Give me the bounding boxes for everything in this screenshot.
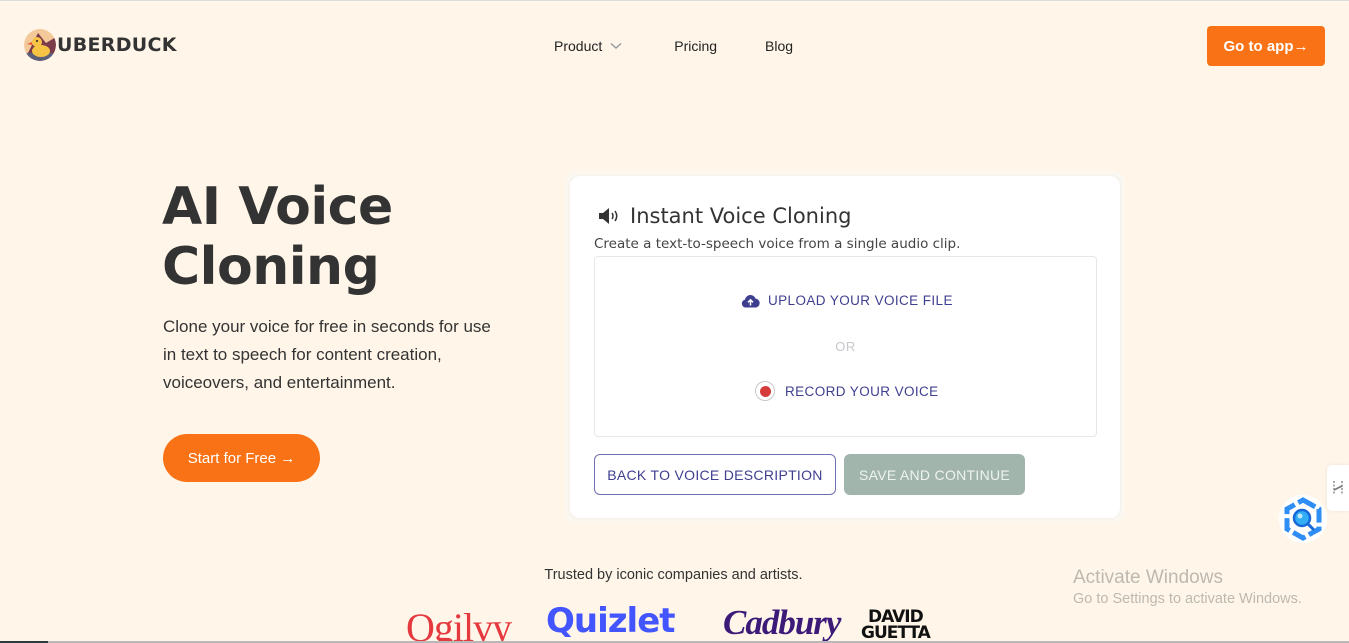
- cloud-upload-icon: [741, 294, 760, 307]
- back-to-voice-description-button[interactable]: BACK TO VOICE DESCRIPTION: [594, 454, 836, 495]
- hero-title-line-1: AI Voice: [162, 177, 393, 237]
- or-divider: OR: [835, 339, 856, 354]
- hero-subtitle: Clone your voice for free in seconds for…: [163, 317, 491, 392]
- card-title: Instant Voice Cloning: [598, 204, 851, 228]
- record-voice-button[interactable]: RECORD YOUR VOICE: [755, 381, 939, 401]
- ogilvy-logo: Ogilvy: [406, 605, 512, 643]
- voice-input-box: UPLOAD YOUR VOICE FILE OR RECORD YOUR VO…: [594, 256, 1097, 437]
- quizlet-logo: Quizlet: [546, 601, 676, 641]
- activate-windows-watermark: Activate Windows Go to Settings to activ…: [1073, 567, 1302, 607]
- trusted-heading-text: Trusted by iconic companies and artists.: [544, 567, 803, 583]
- nav-item-label: Product: [554, 38, 603, 54]
- upload-voice-file-button[interactable]: UPLOAD YOUR VOICE FILE: [741, 293, 953, 308]
- card-description: Create a text-to-speech voice from a sin…: [594, 236, 961, 252]
- card-title-text: Instant Voice Cloning: [630, 204, 852, 228]
- voice-cloning-card: Instant Voice Cloning Create a text-to-s…: [570, 176, 1120, 518]
- search-assistant-icon: [1284, 497, 1322, 541]
- assistant-widget-button[interactable]: [1279, 495, 1327, 543]
- brand-name: UBERDUCK: [57, 34, 177, 56]
- hero-title: AI Voice Cloning: [162, 177, 393, 297]
- side-panel-toggle[interactable]: [1327, 465, 1349, 511]
- nav-item-pricing[interactable]: Pricing: [674, 38, 717, 54]
- watermark-subtitle: Go to Settings to activate Windows.: [1073, 591, 1302, 607]
- david-guetta-logo: DAVID GUETTA: [861, 607, 931, 643]
- nav-item-product[interactable]: Product: [554, 38, 622, 54]
- chevron-down-icon: [610, 42, 622, 49]
- cadbury-logo: Cadbury: [723, 603, 841, 642]
- hero-title-line-2: Cloning: [162, 237, 380, 297]
- duck-logo-icon: [24, 29, 56, 61]
- nav-item-label: Pricing: [674, 38, 718, 54]
- upload-label: UPLOAD YOUR VOICE FILE: [768, 293, 953, 308]
- nav-item-blog[interactable]: Blog: [765, 38, 793, 54]
- nav-item-label: Blog: [765, 38, 794, 54]
- go-to-app-button[interactable]: Go to app→: [1207, 26, 1325, 66]
- split-icon: [1333, 481, 1343, 495]
- record-icon: [755, 381, 775, 401]
- start-for-free-button[interactable]: Start for Free →: [163, 434, 320, 482]
- brand-logo[interactable]: UBERDUCK: [24, 29, 177, 61]
- save-and-continue-button[interactable]: SAVE AND CONTINUE: [844, 454, 1025, 495]
- main-nav: Product Pricing Blog: [554, 38, 793, 54]
- speaker-icon: [599, 208, 618, 224]
- watermark-title: Activate Windows: [1073, 567, 1223, 588]
- record-label: RECORD YOUR VOICE: [785, 383, 939, 399]
